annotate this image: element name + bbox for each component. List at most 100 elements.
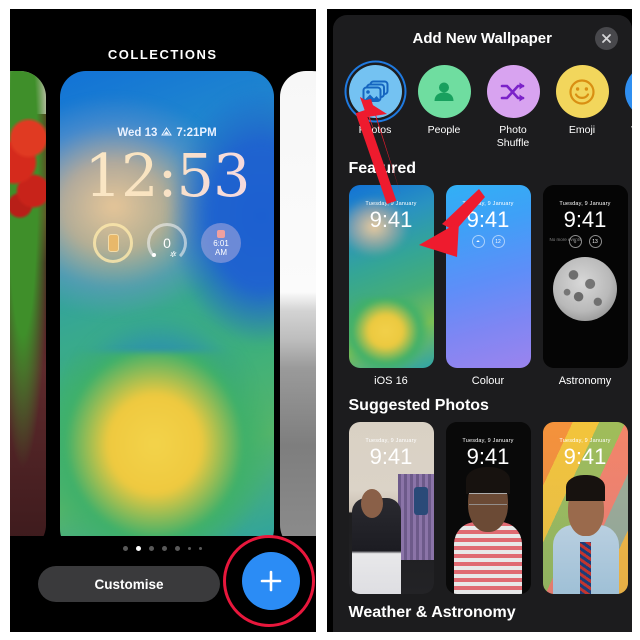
thumbnail-clock: 9:41 — [466, 444, 510, 469]
wallpaper-thumbnail[interactable]: Tuesday, 9 January 9:41 — [445, 422, 531, 594]
shuffle-icon-circle — [486, 65, 540, 118]
add-wallpaper-sheet: Add New Wallpaper Photos People Photo Sh… — [332, 15, 633, 632]
airplay-widget-icon: ⏶ — [471, 235, 485, 248]
wallpaper-category-row[interactable]: Photos People Photo Shuffle Emoji — [333, 63, 632, 150]
triangle-warning-icon — [161, 127, 173, 139]
photo-object — [413, 487, 429, 515]
lock-screen-sunset-time: 7:21PM — [176, 127, 217, 139]
plus-icon — [260, 570, 281, 592]
activity-widget-value: 0 — [163, 235, 171, 251]
lock-screen-widget-row[interactable]: 0 ✲ 6:01 AM — [60, 223, 274, 263]
battery-widget[interactable] — [93, 223, 133, 263]
wallpaper-card-ios16[interactable]: Tuesday, 9 January 9:41 iOS 16 — [348, 185, 434, 387]
weather-widget-icon: ☼ — [568, 235, 582, 248]
current-wallpaper-preview[interactable]: Wed 13 7:21PM 12:53 0 ✲ 6:01 AM — [60, 71, 274, 555]
wallpaper-card-caption: Colour — [471, 375, 505, 387]
section-title-suggested-photos: Suggested Photos — [348, 397, 489, 414]
close-icon — [602, 34, 611, 43]
customise-button[interactable]: Customise — [38, 566, 220, 602]
moon-icon — [553, 257, 617, 322]
category-label: Weather — [625, 124, 632, 137]
close-button[interactable] — [595, 27, 618, 50]
suggested-photo-card-2[interactable]: Tuesday, 9 January 9:41 — [445, 422, 531, 594]
battery-widget-icon: 13 — [588, 235, 602, 248]
previous-wallpaper-preview[interactable] — [10, 71, 46, 551]
wallpaper-art-blob-yellow — [60, 351, 274, 555]
photo-subject-glasses — [469, 492, 507, 505]
alarm-icon — [217, 229, 225, 238]
next-wallpaper-image — [279, 71, 316, 551]
page-dot-active[interactable] — [136, 546, 142, 551]
battery-icon — [107, 234, 119, 252]
photos-icon-circle — [348, 65, 402, 118]
wallpaper-card-caption: iOS 16 — [374, 375, 408, 387]
add-wallpaper-button[interactable] — [241, 552, 300, 610]
page-dots[interactable] — [10, 546, 316, 551]
section-title-weather-astronomy: Weather & Astronomy — [348, 604, 516, 621]
category-label: Photo Shuffle — [496, 124, 530, 149]
person-icon-circle — [417, 65, 471, 118]
category-weather[interactable]: Weather — [624, 65, 632, 150]
page-dot[interactable] — [199, 547, 203, 550]
suggested-photo-card-1[interactable]: Tuesday, 9 January 9:41 — [348, 422, 434, 594]
thumbnail-clock: 9:41 — [466, 207, 510, 232]
page-dot[interactable] — [188, 547, 192, 550]
category-emoji[interactable]: Emoji — [555, 65, 609, 150]
activity-widget[interactable]: 0 ✲ — [147, 223, 187, 263]
add-new-wallpaper-panel: Add New Wallpaper Photos People Photo Sh… — [326, 9, 633, 632]
page-dot[interactable] — [123, 546, 129, 551]
wallpaper-card-caption: Astronomy — [558, 375, 612, 387]
temperature-widget-icon: 12 — [491, 235, 505, 248]
thumbnail-widget-row: ⏶ 12 — [446, 235, 531, 248]
alarm-meridiem: AM — [215, 247, 227, 257]
alarm-time: 6:01 — [213, 238, 229, 248]
wallpaper-thumbnail[interactable]: Tuesday, 9 January 9:41 — [348, 422, 434, 594]
section-title-featured: Featured — [348, 160, 417, 177]
page-dot[interactable] — [149, 546, 155, 551]
category-photos[interactable]: Photos — [348, 65, 402, 150]
sheet-title: Add New Wallpaper — [412, 30, 552, 47]
thumbnail-clock: 9:41 — [563, 444, 607, 469]
category-people[interactable]: People — [417, 65, 471, 150]
photo-subject-hair — [465, 466, 511, 495]
photo-subject-body — [454, 521, 522, 594]
wallpaper-thumbnail[interactable]: Tuesday, 9 January 9:41 — [348, 185, 434, 368]
wallpaper-thumbnail[interactable]: Tuesday, 9 January 9:41 — [542, 422, 628, 594]
alarm-widget[interactable]: 6:01 AM — [201, 223, 241, 263]
photo-subject-hair — [566, 475, 606, 502]
photo-subject-tie — [579, 542, 591, 594]
category-label: People — [427, 124, 461, 136]
thumbnail-widget-row: ☼ 13 — [543, 235, 628, 248]
previous-wallpaper-image — [10, 71, 46, 551]
suggested-photos-row[interactable]: Tuesday, 9 January 9:41 Tuesday, 9 Janua… — [333, 422, 633, 594]
featured-card-row[interactable]: Tuesday, 9 January 9:41 iOS 16 Tuesday, … — [333, 185, 633, 387]
page-dot[interactable] — [162, 546, 168, 551]
wallpaper-gallery-panel: Wed 13 7:21PM 12:53 0 ✲ 6:01 AM COLLECTI… — [10, 9, 316, 632]
category-label: Emoji — [568, 124, 596, 136]
lock-screen-clock: 12:53 — [60, 141, 274, 211]
category-label: Photos — [358, 124, 392, 136]
wallpaper-card-colour[interactable]: Tuesday, 9 January 9:41 ⏶ 12 Colour — [445, 185, 531, 387]
activity-dot-icon — [152, 253, 156, 257]
wallpaper-thumbnail[interactable]: Tuesday, 9 January 9:41 No more events ☼… — [542, 185, 628, 368]
page-dot[interactable] — [175, 546, 181, 551]
sheet-titlebar: Add New Wallpaper — [333, 15, 633, 63]
screenshot-root: Wed 13 7:21PM 12:53 0 ✲ 6:01 AM COLLECTI… — [0, 0, 640, 640]
category-photo-shuffle[interactable]: Photo Shuffle — [486, 65, 540, 150]
thumbnail-clock: 9:41 — [369, 207, 413, 232]
thumbnail-clock: 9:41 — [369, 444, 413, 469]
suggested-photo-card-3[interactable]: Tuesday, 9 January 9:41 — [542, 422, 628, 594]
next-wallpaper-preview[interactable] — [279, 71, 316, 551]
shuffle-icon — [500, 82, 524, 101]
lock-screen-date: Wed 13 — [117, 127, 158, 139]
smiley-icon — [569, 78, 595, 105]
brightness-icon: ✲ — [169, 250, 176, 259]
wallpaper-thumbnail[interactable]: Tuesday, 9 January 9:41 ⏶ 12 — [445, 185, 531, 368]
lock-screen-dateline: Wed 13 7:21PM — [60, 127, 274, 139]
thumbnail-clock: 9:41 — [563, 207, 607, 232]
weather-icon-circle — [624, 65, 632, 118]
smiley-icon-circle — [555, 65, 609, 118]
wallpaper-card-astronomy[interactable]: Tuesday, 9 January 9:41 No more events ☼… — [542, 185, 628, 387]
person-icon — [434, 82, 454, 101]
gallery-header: COLLECTIONS — [10, 9, 316, 71]
